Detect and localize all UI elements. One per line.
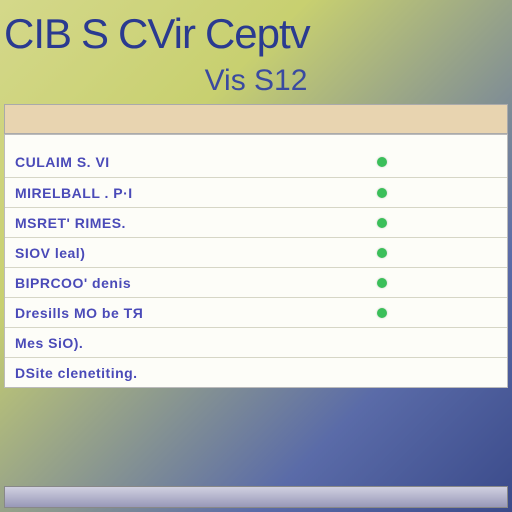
list-item-label: MSRET' RIMES. [15, 215, 357, 231]
status-dot-icon [377, 157, 387, 167]
app-subtitle: Vis S12 [0, 58, 512, 104]
list-item-label: Dresills MO be TЯ [15, 305, 357, 321]
status-dot-icon [377, 308, 387, 318]
list-item[interactable]: Mes SiO). [5, 327, 507, 357]
list-item-label: CULAIM S. VI [15, 154, 357, 170]
status-cell [357, 218, 497, 228]
app-root: CIB S CVir Ceptv Vis S12 CULAIM S. VI MI… [0, 0, 512, 512]
title-seg-3: CVir [118, 10, 195, 58]
card: CULAIM S. VI MIRELBALL . P·I MSRET' RIME… [0, 104, 512, 388]
list-item[interactable]: Dresills MO be TЯ [5, 297, 507, 327]
list-item[interactable]: SIOV leal) [5, 237, 507, 267]
status-cell [357, 248, 497, 258]
title-seg-2: S [81, 10, 108, 58]
list-panel: CULAIM S. VI MIRELBALL . P·I MSRET' RIME… [4, 134, 508, 388]
app-title: CIB S CVir Ceptv [0, 0, 512, 58]
list-item[interactable]: BIPRCOO' denis [5, 267, 507, 297]
list-item-label: SIOV leal) [15, 245, 357, 261]
status-cell [357, 278, 497, 288]
status-dot-icon [377, 278, 387, 288]
list-item[interactable]: MIRELBALL . P·I [5, 177, 507, 207]
status-dot-icon [377, 188, 387, 198]
list-item-label: MIRELBALL . P·I [15, 185, 357, 201]
list-item-label: Mes SiO). [15, 335, 357, 351]
card-header-bar [4, 104, 508, 134]
list-item[interactable]: MSRET' RIMES. [5, 207, 507, 237]
status-cell [357, 157, 497, 167]
status-dot-icon [377, 218, 387, 228]
list-item-label: BIPRCOO' denis [15, 275, 357, 291]
title-seg-1: CIB [4, 10, 71, 58]
status-bar [4, 486, 508, 508]
list-item[interactable]: DSite clenetiting. [5, 357, 507, 387]
status-cell [357, 308, 497, 318]
list-item-label: DSite clenetiting. [15, 365, 357, 381]
title-seg-4: Ceptv [205, 10, 310, 58]
list-item[interactable]: CULAIM S. VI [5, 147, 507, 177]
status-cell [357, 188, 497, 198]
status-dot-icon [377, 248, 387, 258]
